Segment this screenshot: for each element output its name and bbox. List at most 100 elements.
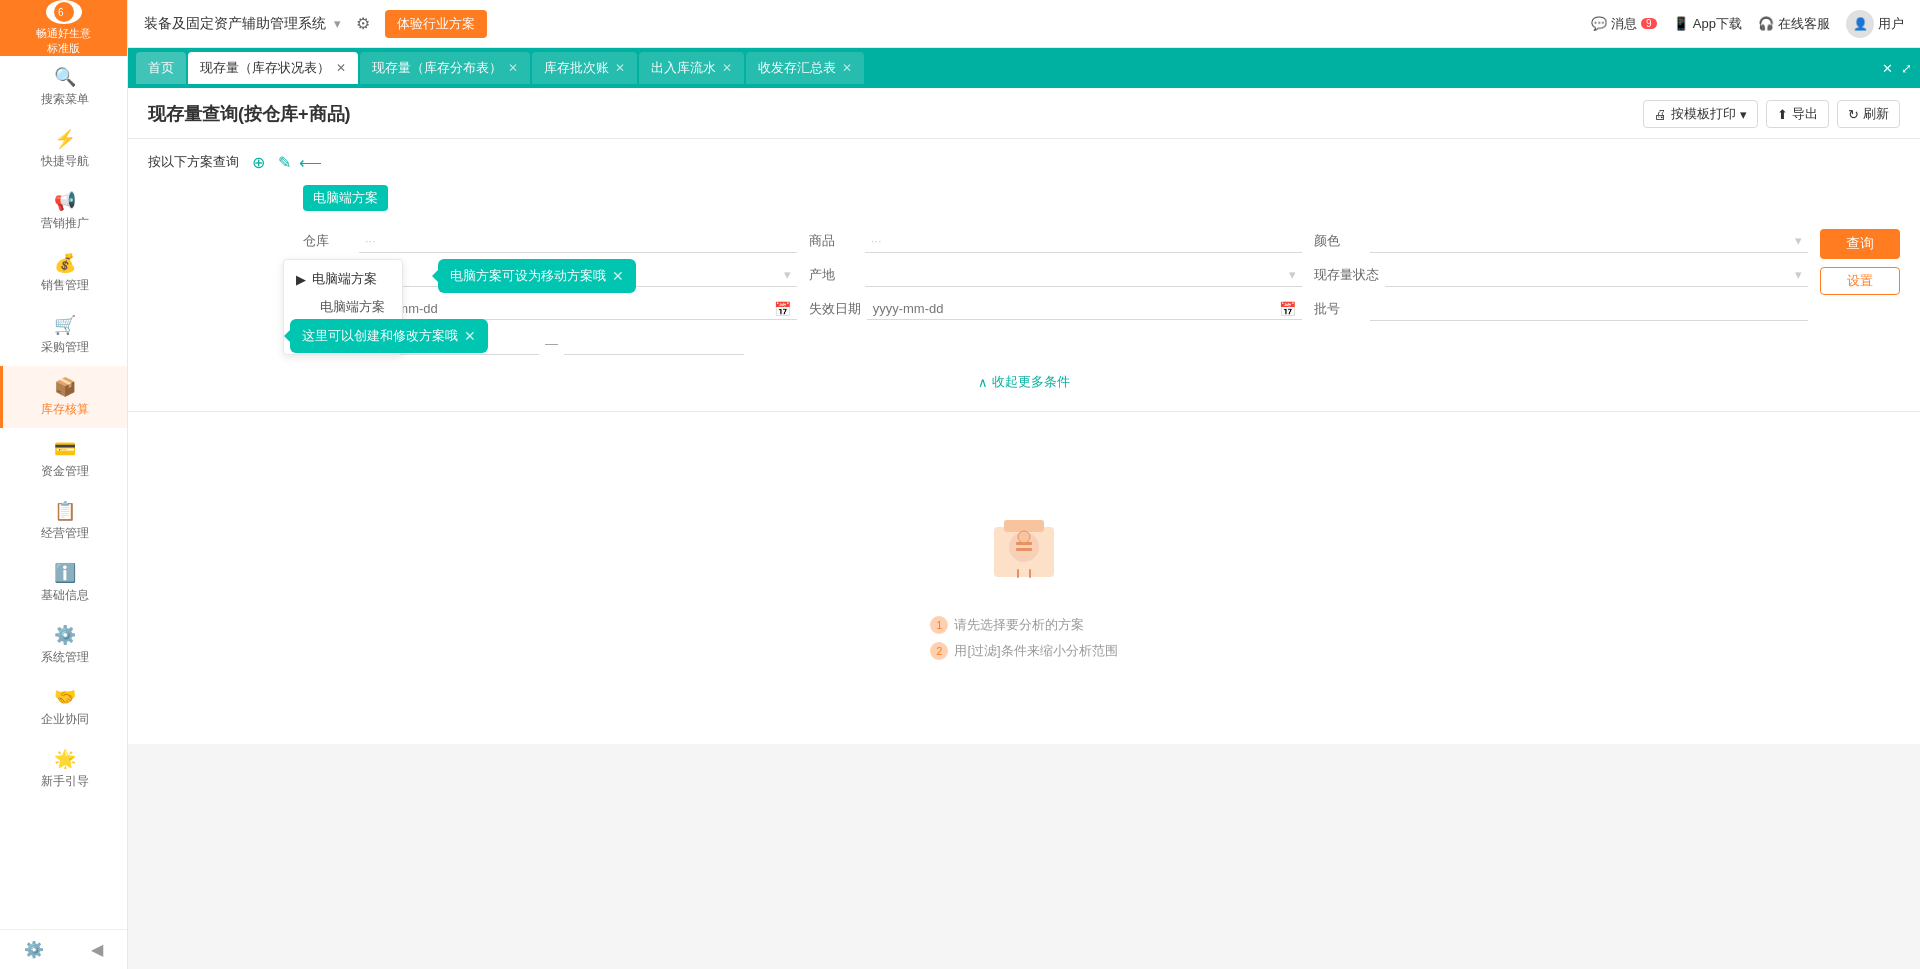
sidebar-item-enterprise[interactable]: 🤝 企业协同	[0, 676, 127, 738]
batch-no-input[interactable]	[1370, 297, 1808, 321]
tab-label: 出入库流水	[651, 59, 716, 77]
size-arrow-icon: ▾	[784, 267, 791, 282]
sidebar-item-quick[interactable]: ⚡ 快捷导航	[0, 118, 127, 180]
prod-date-calendar-icon[interactable]: 📅	[774, 301, 791, 317]
collapse-more-btn[interactable]: ∧ 收起更多条件	[148, 365, 1900, 399]
sidebar-item-finance[interactable]: 💳 资金管理	[0, 428, 127, 490]
gear-button[interactable]: ⚙	[349, 10, 377, 38]
tab-close-icon[interactable]: ✕	[842, 61, 852, 75]
print-dropdown-icon: ▾	[1740, 107, 1747, 122]
tab-expand-icon[interactable]: ⤢	[1901, 61, 1912, 76]
tab-home[interactable]: 首页	[136, 52, 186, 84]
print-icon: 🖨	[1654, 107, 1667, 122]
tab-close-icon[interactable]: ✕	[615, 61, 625, 75]
print-btn[interactable]: 🖨 按模板打印 ▾	[1643, 100, 1758, 128]
logo-icon: 6	[46, 0, 82, 24]
warehouse-dropdown[interactable]: ···	[359, 229, 797, 253]
sidebar-item-system[interactable]: ⚙️ 系统管理	[0, 614, 127, 676]
scheme-sub-item-pc[interactable]: 电脑端方案	[304, 294, 402, 320]
support-icon: 🎧	[1758, 16, 1774, 31]
sidebar-item-inventory[interactable]: 📦 库存核算	[0, 366, 127, 428]
tip-text-1: 请先选择要分析的方案	[954, 612, 1084, 638]
sidebar-item-label: 搜索菜单	[41, 91, 89, 108]
operation-icon: 📋	[54, 500, 76, 522]
app-name: 畅通好生意	[36, 26, 91, 41]
filter-label: 按以下方案查询	[148, 153, 239, 171]
sidebar-item-operation[interactable]: 📋 经营管理	[0, 490, 127, 552]
tab-label: 收发存汇总表	[758, 59, 836, 77]
tab-batch[interactable]: 库存批次账 ✕	[532, 52, 637, 84]
system-name: 装备及固定资产辅助管理系统	[144, 15, 326, 33]
filter-area: 按以下方案查询 ⊕ ✎ ⟵ 电脑方案可设为移动方案哦 ✕ 这里可以创建和修改方案…	[128, 139, 1920, 412]
tab-close-icon[interactable]: ✕	[722, 61, 732, 75]
sidebar-item-info[interactable]: ℹ️ 基础信息	[0, 552, 127, 614]
empty-illustration	[974, 492, 1074, 592]
app-subtitle: 标准版	[47, 41, 80, 56]
active-scheme-chip: 电脑端方案	[303, 185, 388, 211]
close-tooltip-1-btn[interactable]: ✕	[612, 268, 624, 284]
sidebar-item-label: 经营管理	[41, 525, 89, 542]
tab-inout[interactable]: 出入库流水 ✕	[639, 52, 744, 84]
reset-btn[interactable]: 设置	[1820, 267, 1900, 295]
industry-btn[interactable]: 体验行业方案	[385, 10, 487, 38]
sidebar-item-search[interactable]: 🔍 搜索菜单	[0, 56, 127, 118]
edit-scheme-btn[interactable]: ✎	[273, 151, 295, 173]
prod-date-input[interactable]	[367, 301, 774, 316]
export-btn[interactable]: ⬆ 导出	[1766, 100, 1829, 128]
product-dropdown[interactable]: ···	[865, 229, 1303, 253]
tab-summary[interactable]: 收发存汇总表 ✕	[746, 52, 864, 84]
sidebar-item-label: 资金管理	[41, 463, 89, 480]
close-tooltip-2-btn[interactable]: ✕	[464, 328, 476, 344]
message-btn[interactable]: 💬 消息 9	[1591, 15, 1657, 33]
scheme-tooltip-2: 这里可以创建和修改方案哦 ✕	[290, 319, 488, 353]
sidebar-item-label: 快捷导航	[41, 153, 89, 170]
svg-point-7	[1018, 531, 1030, 543]
add-scheme-btn[interactable]: ⊕	[247, 151, 269, 173]
header-right: 💬 消息 9 📱 App下载 🎧 在线客服 👤 用户	[1591, 10, 1904, 38]
stock-main-to-input[interactable]	[564, 331, 744, 355]
filter-rows: 仓库 ··· 商品 ···	[303, 229, 1808, 365]
color-dropdown[interactable]: ▾	[1370, 229, 1808, 253]
tab-bar: 首页 现存量（库存状况表） ✕ 现存量（库存分布表） ✕ 库存批次账 ✕ 出入库…	[128, 48, 1920, 88]
app-download-btn[interactable]: 📱 App下载	[1673, 15, 1742, 33]
prev-scheme-btn[interactable]: ⟵	[299, 151, 321, 173]
svg-point-0	[54, 2, 74, 22]
sidebar-item-label: 新手引导	[41, 773, 89, 790]
expiry-date-input[interactable]	[873, 301, 1280, 316]
scheme-item-pc[interactable]: ▶ 电脑端方案	[284, 264, 402, 294]
settings-bottom-btn[interactable]: ⚙️	[24, 940, 44, 959]
prod-date-input-wrap: 📅	[361, 299, 797, 320]
origin-label: 产地	[809, 266, 859, 284]
batch-no-cell: 批号	[1314, 297, 1808, 321]
search-btn[interactable]: 查询	[1820, 229, 1900, 259]
tab-close-all-icon[interactable]: ✕	[1882, 61, 1893, 76]
tab-stock-dist[interactable]: 现存量（库存分布表） ✕	[360, 52, 530, 84]
svg-rect-3	[1004, 520, 1044, 532]
main-area: 装备及固定资产辅助管理系统 ▾ ⚙ 体验行业方案 💬 消息 9 📱 App下载 …	[128, 0, 1920, 969]
refresh-btn[interactable]: ↻ 刷新	[1837, 100, 1900, 128]
dropdown-icon[interactable]: ▾	[334, 16, 341, 31]
filter-row-4: 现存量（主） —	[303, 331, 1808, 355]
user-area[interactable]: 👤 用户	[1846, 10, 1904, 38]
enterprise-icon: 🤝	[54, 686, 76, 708]
sidebar-item-guide[interactable]: 🌟 新手引导	[0, 738, 127, 800]
scheme-active-label: 电脑端方案	[312, 270, 377, 288]
sidebar-item-marketing[interactable]: 📢 营销推广	[0, 180, 127, 242]
search-icon: 🔍	[54, 66, 76, 88]
expiry-date-calendar-icon[interactable]: 📅	[1279, 301, 1296, 317]
online-support-btn[interactable]: 🎧 在线客服	[1758, 15, 1830, 33]
origin-dropdown[interactable]: ▾	[865, 263, 1303, 287]
tab-close-icon[interactable]: ✕	[508, 61, 518, 75]
collapse-btn[interactable]: ◀	[91, 940, 103, 959]
sidebar-item-label: 采购管理	[41, 339, 89, 356]
stock-status-dropdown[interactable]: ▾	[1385, 263, 1808, 287]
sidebar-item-sales[interactable]: 💰 销售管理	[0, 242, 127, 304]
page-title: 现存量查询(按仓库+商品)	[148, 102, 351, 136]
tab-stock-status[interactable]: 现存量（库存状况表） ✕	[188, 52, 358, 84]
sidebar-item-purchase[interactable]: 🛒 采购管理	[0, 304, 127, 366]
sidebar-item-label: 销售管理	[41, 277, 89, 294]
user-avatar: 👤	[1846, 10, 1874, 38]
tab-close-icon[interactable]: ✕	[336, 61, 346, 75]
warehouse-cell: 仓库 ···	[303, 229, 797, 253]
user-label: 用户	[1878, 15, 1904, 33]
